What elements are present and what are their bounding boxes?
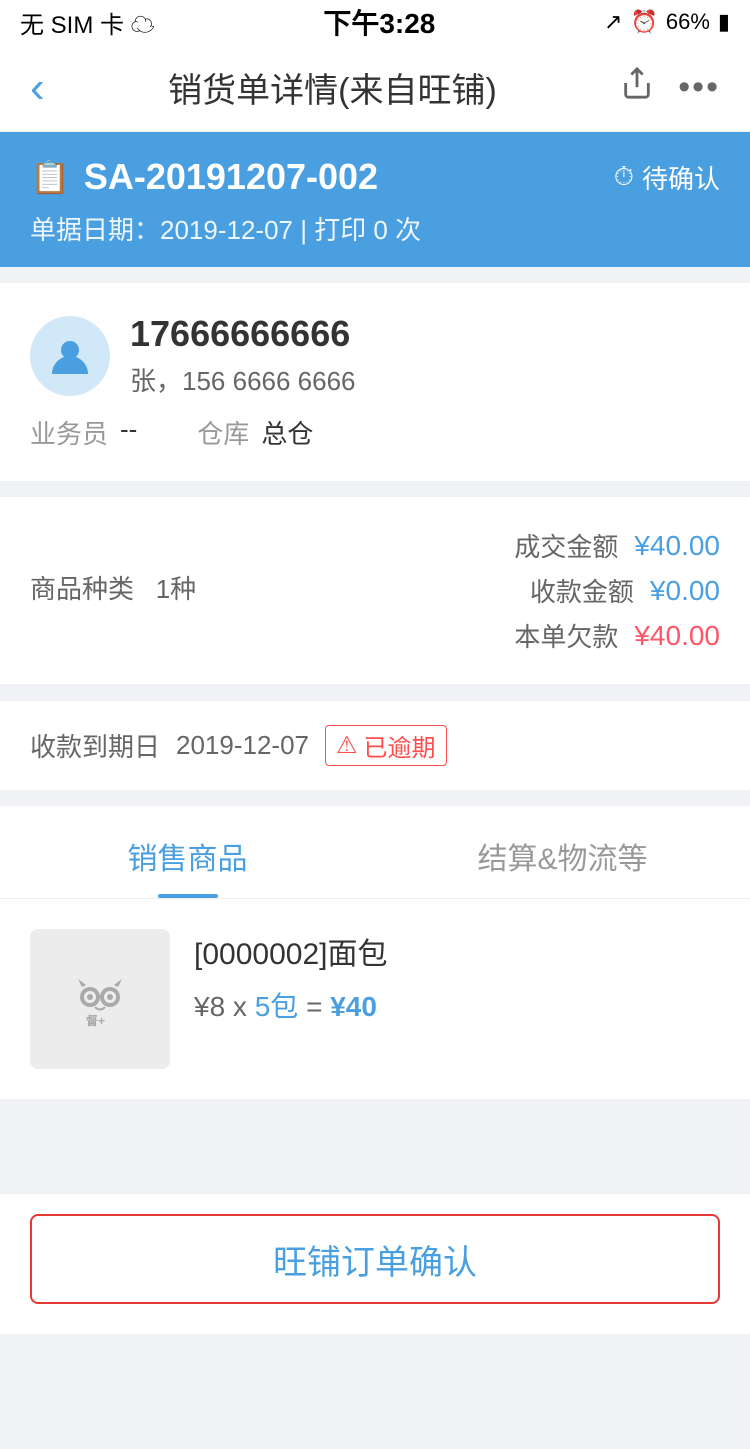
summary-right: 成交金额 ¥40.00 收款金额 ¥0.00 本单欠款 ¥40.00 (514, 527, 720, 654)
warning-icon: ⚠ (336, 731, 358, 760)
overdue-badge: ⚠ 已逾期 (325, 725, 447, 766)
tabs-section: 销售商品 结算&物流等 (0, 806, 750, 1099)
deal-amount-row: 成交金额 ¥40.00 (514, 527, 720, 564)
payment-amount-label: 收款金额 (530, 572, 634, 609)
status-time: 下午3:28 (323, 2, 435, 42)
avatar (30, 316, 110, 396)
status-bar: 无 SIM 卡 ☁ 下午3:28 ↗ ⏰ 66% ▮ (0, 0, 750, 44)
product-qty: 5包 (255, 991, 299, 1022)
back-button[interactable]: ‹ (30, 63, 45, 113)
nav-actions: ••• (620, 66, 720, 109)
product-name: [0000002]面包 (194, 929, 720, 973)
customer-name: 张，156 6666 6666 (130, 361, 720, 398)
order-status: ⏱ 待确认 (614, 159, 720, 196)
equals-sign: = (306, 991, 322, 1022)
deal-amount-value: ¥40.00 (634, 530, 720, 562)
customer-meta: 业务员 -- 仓库 总仓 (30, 414, 720, 451)
order-id-text: SA-20191207-002 (84, 156, 378, 198)
product-thumbnail: 督+ (30, 929, 170, 1069)
owed-amount-label: 本单欠款 (514, 617, 618, 654)
clock-icon: ⏱ (614, 161, 634, 193)
sim-label: 无 SIM 卡 ☁ (20, 5, 155, 40)
owed-amount-value: ¥40.00 (634, 620, 720, 652)
warehouse-label: 仓库 (197, 414, 249, 451)
order-icon: 📋 (30, 158, 70, 196)
product-types-label: 商品种类 (30, 574, 134, 604)
due-date-label: 收款到期日 (30, 727, 160, 764)
warehouse-value: 总仓 (261, 414, 313, 451)
due-section: 收款到期日 2019-12-07 ⚠ 已逾期 (0, 700, 750, 790)
customer-info: 17666666666 张，156 6666 6666 (130, 313, 720, 398)
summary-left: 商品种类 1种 (30, 527, 196, 654)
more-icon[interactable]: ••• (678, 68, 720, 107)
warehouse-item: 仓库 总仓 (197, 414, 313, 451)
product-types-item: 商品种类 1种 (30, 569, 196, 606)
summary-section: 商品种类 1种 成交金额 ¥40.00 收款金额 ¥0.00 本单欠款 ¥40.… (0, 497, 750, 684)
due-date-value: 2019-12-07 (176, 730, 309, 761)
owed-amount-row: 本单欠款 ¥40.00 (514, 617, 720, 654)
price-text: ¥8 x (194, 991, 247, 1022)
status-right: ↗ ⏰ 66% ▮ (604, 9, 730, 35)
tab-sales-product[interactable]: 销售商品 (0, 806, 375, 898)
overdue-text: 已逾期 (364, 728, 436, 763)
product-types-value: 1种 (156, 574, 196, 604)
salesperson-item: 业务员 -- (30, 414, 137, 451)
status-text: 待确认 (642, 159, 720, 196)
product-item: 督+ [0000002]面包 ¥8 x 5包 = ¥40 (30, 929, 720, 1069)
payment-amount-value: ¥0.00 (650, 575, 720, 607)
salesperson-value: -- (120, 414, 137, 451)
confirm-button[interactable]: 旺铺订单确认 (30, 1214, 720, 1304)
svg-text:督+: 督+ (86, 1013, 105, 1028)
product-info: [0000002]面包 ¥8 x 5包 = ¥40 (194, 929, 720, 1025)
customer-phone: 17666666666 (130, 313, 720, 355)
share-icon[interactable] (620, 66, 654, 109)
nav-bar: ‹ 销货单详情(来自旺铺) ••• (0, 44, 750, 132)
order-meta: 单据日期：2019-12-07 | 打印 0 次 (30, 210, 720, 247)
bottom-bar: 旺铺订单确认 (0, 1193, 750, 1334)
order-header: 📋 SA-20191207-002 ⏱ 待确认 单据日期：2019-12-07 … (0, 132, 750, 267)
tab-settlement[interactable]: 结算&物流等 (375, 806, 750, 898)
salesperson-label: 业务员 (30, 414, 108, 451)
payment-amount-row: 收款金额 ¥0.00 (530, 572, 720, 609)
alarm-icon: ⏰ (630, 9, 657, 35)
order-id-row: 📋 SA-20191207-002 (30, 156, 378, 198)
page-title: 销货单详情(来自旺铺) (168, 63, 497, 112)
product-section: 督+ [0000002]面包 ¥8 x 5包 = ¥40 (0, 899, 750, 1099)
product-total: ¥40 (330, 991, 377, 1022)
tab-sales-label: 销售商品 (128, 843, 248, 876)
tab-settlement-label: 结算&物流等 (477, 843, 647, 876)
battery-bar: ▮ (718, 9, 730, 35)
status-left: 无 SIM 卡 ☁ (20, 5, 155, 40)
tabs-row: 销售商品 结算&物流等 (0, 806, 750, 899)
deal-amount-label: 成交金额 (514, 527, 618, 564)
customer-section: 17666666666 张，156 6666 6666 业务员 -- 仓库 总仓 (0, 283, 750, 481)
product-price: ¥8 x 5包 = ¥40 (194, 985, 720, 1025)
battery-icon: ↗ (604, 9, 622, 35)
battery-level: 66% (666, 9, 710, 35)
